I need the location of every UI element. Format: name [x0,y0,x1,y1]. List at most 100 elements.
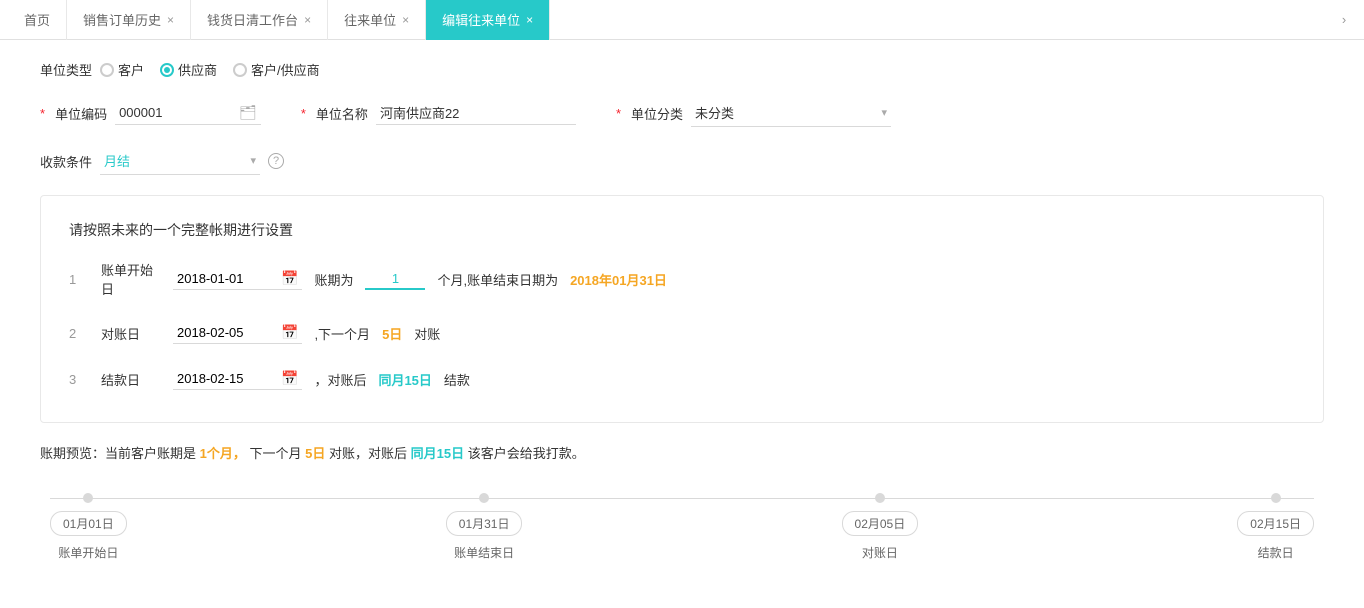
radio-customer[interactable]: 客户 [100,60,144,79]
period-date-2-wrap: 📅 [173,322,302,344]
period-row-2: 2 对账日 📅 ,下一个月 5日 对账 [69,322,1295,344]
period-row2-highlight: 5日 [382,324,402,343]
period-suffix-1a: 账期为 [314,270,353,289]
tab-home[interactable]: 首页 [8,0,67,40]
tab-cash-ledger-close[interactable]: × [304,13,311,27]
radio-both-circle [233,63,247,77]
tab-cash-ledger[interactable]: 钱货日清工作台 × [191,0,328,40]
tab-partner-units-label: 往来单位 [344,10,396,29]
period-label-1: 账单开始日 [101,260,161,298]
unit-category-select[interactable]: 未分类 ▾ [691,99,891,127]
unit-category-arrow-icon: ▾ [881,106,887,119]
unit-category-value: 未分类 [695,103,877,122]
period-suffix-3b: 结款 [444,370,470,389]
unit-category-label: 单位分类 [631,104,683,123]
timeline-badge-2: 02月05日 [842,511,919,536]
preview-reconcile-suffix: 对账，对账后 [329,446,407,461]
radio-both[interactable]: 客户/供应商 [233,60,320,79]
preview-payment-suffix: 该客户会给我打款。 [468,446,585,461]
timeline-badge-0: 01月01日 [50,511,127,536]
timeline-label-3: 结款日 [1258,544,1294,561]
tab-edit-partner-label: 编辑往来单位 [442,10,520,29]
payment-condition-group: 收款条件 月结 ▾ ? [40,147,284,175]
unit-name-required: * [301,106,306,121]
period-date-3-wrap: 📅 [173,368,302,390]
timeline-node-1: 01月31日 账单结束日 [446,486,523,561]
payment-condition-select[interactable]: 月结 ▾ [100,147,260,175]
payment-condition-arrow-icon: ▾ [250,154,256,167]
period-suffix-1b: 个月,账单结束日期为 [437,270,558,289]
timeline-label-0: 账单开始日 [58,544,118,561]
tabs-arrow[interactable]: › [1332,0,1356,40]
period-row-1: 1 账单开始日 📅 账期为 个月,账单结束日期为 2018年01月31日 [69,260,1295,298]
preview-payment-day: 同月15日 [411,446,464,461]
unit-category-required: * [616,106,621,121]
unit-code-label: 单位编码 [55,104,107,123]
unit-info-row: * 单位编码 🗂 * 单位名称 * 单位分类 未分类 ▾ [40,99,1324,127]
tab-edit-partner-close[interactable]: × [526,13,533,27]
period-date-2-calendar-icon[interactable]: 📅 [281,324,298,341]
unit-type-row: 单位类型 客户 供应商 客户/供应商 [40,60,1324,79]
unit-code-group: * 单位编码 🗂 [40,101,261,125]
period-num-input[interactable] [365,269,425,290]
period-date-3-calendar-icon[interactable]: 📅 [281,370,298,387]
timeline-dot-0 [83,493,93,503]
unit-category-group: * 单位分类 未分类 ▾ [616,99,891,127]
radio-customer-circle [100,63,114,77]
unit-code-required: * [40,106,45,121]
period-suffix-3a: ，对账后 [314,370,366,389]
arrow-right-icon: › [1342,12,1346,27]
preview-reconcile-prefix: 下一个月 [250,446,302,461]
radio-supplier-label: 供应商 [178,60,217,79]
tab-sales-order-history[interactable]: 销售订单历史 × [67,0,191,40]
period-date-3-input[interactable] [177,371,277,386]
period-date-1-wrap: 📅 [173,268,302,290]
radio-supplier-circle [160,63,174,77]
tab-sales-order-history-close[interactable]: × [167,13,174,27]
tab-partner-units[interactable]: 往来单位 × [328,0,426,40]
timeline-dot-3 [1271,493,1281,503]
tab-edit-partner[interactable]: 编辑往来单位 × [426,0,550,40]
period-suffix-2b: 对账 [414,324,440,343]
period-index-2: 2 [69,326,89,341]
timeline-node-3: 02月15日 结款日 [1237,486,1314,561]
preview-reconcile-day: 5日 [305,446,325,461]
period-index-3: 3 [69,372,89,387]
unit-code-calendar-icon[interactable]: 🗂 [235,104,261,121]
period-label-2: 对账日 [101,324,161,343]
unit-code-input[interactable] [115,101,235,124]
period-label-3: 结款日 [101,370,161,389]
unit-type-label: 单位类型 [40,60,92,79]
tabs-bar: 首页 销售订单历史 × 钱货日清工作台 × 往来单位 × 编辑往来单位 × › [0,0,1364,40]
period-date-2-input[interactable] [177,325,277,340]
tab-cash-ledger-label: 钱货日清工作台 [207,10,298,29]
radio-supplier[interactable]: 供应商 [160,60,217,79]
unit-type-group: 单位类型 客户 供应商 客户/供应商 [40,60,320,79]
timeline-node-2: 02月05日 对账日 [842,486,919,561]
timeline-label-2: 对账日 [862,544,898,561]
period-end-date: 2018年01月31日 [570,270,667,289]
timeline-badge-3: 02月15日 [1237,511,1314,536]
period-date-1-input[interactable] [177,271,277,286]
payment-condition-label: 收款条件 [40,152,92,171]
radio-customer-label: 客户 [118,60,144,79]
payment-condition-value: 月结 [104,151,246,170]
preview-period: 1个月， [200,446,246,461]
tab-partner-units-close[interactable]: × [402,13,409,27]
period-suffix-2a: ,下一个月 [314,324,370,343]
period-title: 请按照未来的一个完整帐期进行设置 [69,220,1295,240]
period-row3-highlight: 同月15日 [378,370,431,389]
timeline-nodes: 01月01日 账单开始日 01月31日 账单结束日 02月05日 对账日 02月… [50,486,1314,561]
tab-home-label: 首页 [24,10,50,29]
preview-text: 账期预览：当前客户账期是 1个月， 下一个月 5日 对账，对账后 同月15日 该… [40,443,1324,462]
timeline-dot-1 [479,493,489,503]
preview-label: 账期预览：当前客户账期是 [40,446,196,461]
unit-name-label: 单位名称 [316,104,368,123]
payment-condition-row: 收款条件 月结 ▾ ? [40,147,1324,175]
unit-name-input[interactable] [376,101,576,125]
period-date-1-calendar-icon[interactable]: 📅 [281,270,298,287]
timeline-badge-1: 01月31日 [446,511,523,536]
radio-group: 客户 供应商 客户/供应商 [100,60,320,79]
payment-condition-help-icon[interactable]: ? [268,153,284,169]
timeline-node-0: 01月01日 账单开始日 [50,486,127,561]
